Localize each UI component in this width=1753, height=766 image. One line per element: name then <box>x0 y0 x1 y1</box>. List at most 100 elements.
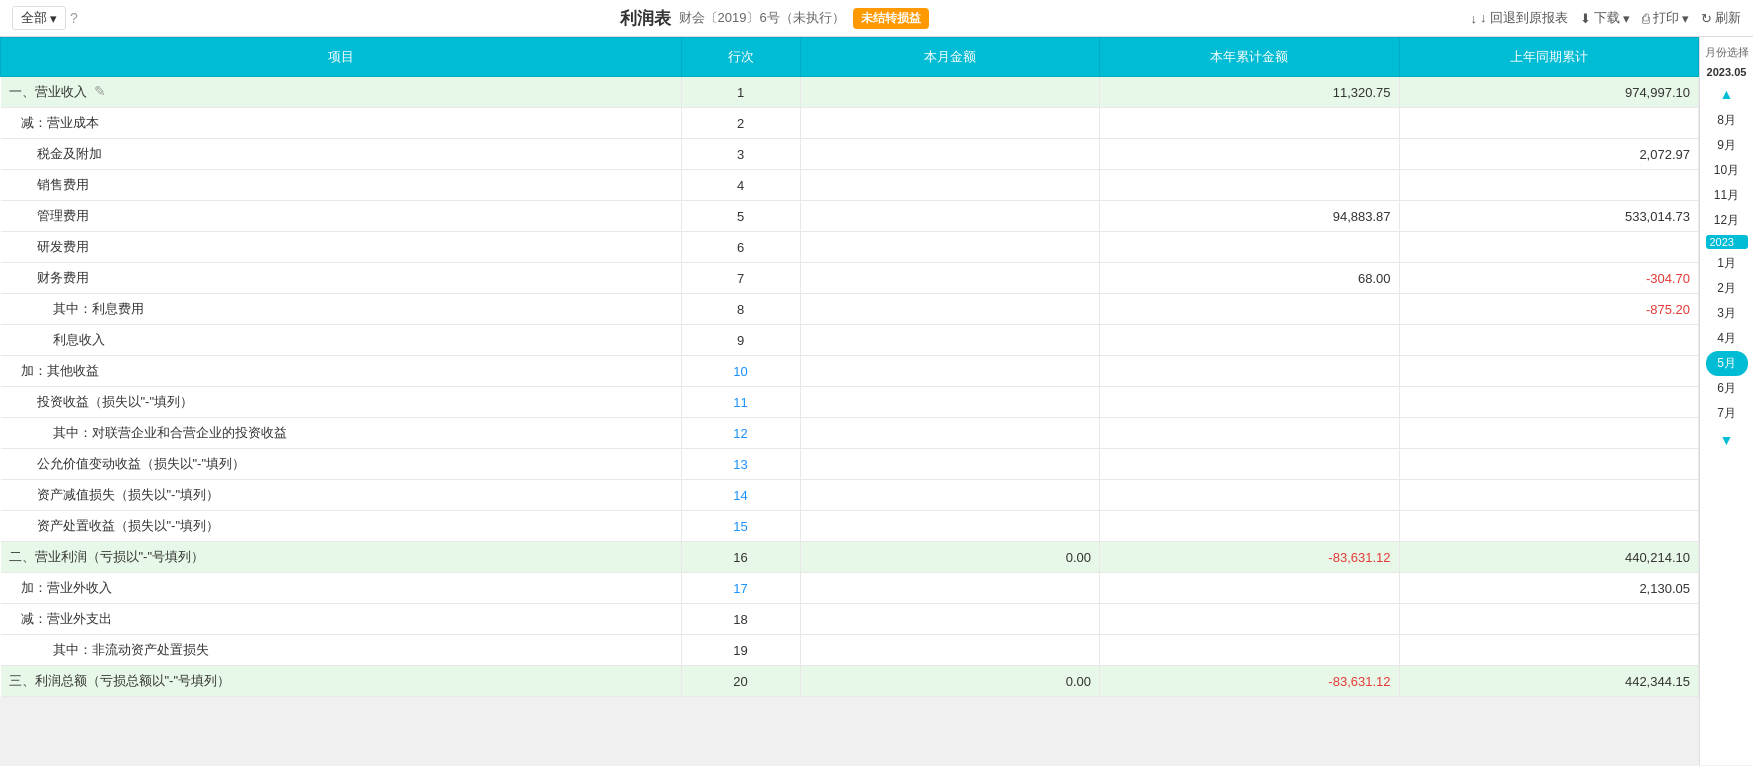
edit-icon[interactable]: ✎ <box>91 83 107 99</box>
month-item[interactable]: 10月 <box>1706 158 1748 183</box>
cell-year <box>1100 387 1399 418</box>
cell-item: 资产处置收益（损失以"-"填列） <box>1 511 682 542</box>
cell-row-num: 1 <box>681 77 800 108</box>
cell-row-num: 11 <box>681 387 800 418</box>
cell-month <box>800 573 1099 604</box>
month-item[interactable]: 5月 <box>1706 351 1748 376</box>
cell-item: 利息收入 <box>1 325 682 356</box>
cell-item: 研发费用 <box>1 232 682 263</box>
cell-row-num: 19 <box>681 635 800 666</box>
sidebar-year: 2023.05 <box>1705 64 1749 80</box>
sidebar-down-arrow[interactable]: ▼ <box>1715 428 1739 452</box>
cell-prev <box>1399 604 1698 635</box>
table-row: 公允价值变动收益（损失以"-"填列）13 <box>1 449 1699 480</box>
month-item[interactable]: 2月 <box>1706 276 1748 301</box>
table-row: 其中：非流动资产处置损失19 <box>1 635 1699 666</box>
cell-row-num: 18 <box>681 604 800 635</box>
cell-item: 减：营业成本 <box>1 108 682 139</box>
cell-year <box>1100 511 1399 542</box>
cell-month <box>800 232 1099 263</box>
table-row: 资产处置收益（损失以"-"填列）15 <box>1 511 1699 542</box>
cell-month <box>800 201 1099 232</box>
cell-item: 加：其他收益 <box>1 356 682 387</box>
cell-year <box>1100 573 1399 604</box>
month-item[interactable]: 4月 <box>1706 326 1748 351</box>
cell-row-num: 20 <box>681 666 800 697</box>
cell-month <box>800 387 1099 418</box>
cell-month <box>800 635 1099 666</box>
cell-row-num: 17 <box>681 573 800 604</box>
table-row: 二、营业利润（亏损以"-"号填列）160.00-83,631.12440,214… <box>1 542 1699 573</box>
cell-item: 三、利润总额（亏损总额以"-"号填列） <box>1 666 682 697</box>
cell-row-num: 5 <box>681 201 800 232</box>
cell-row-num: 8 <box>681 294 800 325</box>
cell-row-num: 10 <box>681 356 800 387</box>
month-item[interactable]: 9月 <box>1706 133 1748 158</box>
month-item[interactable]: 1月 <box>1706 251 1748 276</box>
cell-year: 11,320.75 <box>1100 77 1399 108</box>
month-item[interactable]: 6月 <box>1706 376 1748 401</box>
month-item[interactable]: 12月 <box>1706 208 1748 233</box>
print-button[interactable]: ⎙ 打印 ▾ <box>1642 9 1689 27</box>
scope-label: 全部 <box>21 9 47 27</box>
cell-month <box>800 263 1099 294</box>
table-row: 加：其他收益10 <box>1 356 1699 387</box>
cell-row-num: 4 <box>681 170 800 201</box>
cell-prev <box>1399 356 1698 387</box>
cell-month: 0.00 <box>800 542 1099 573</box>
print-chevron-icon: ▾ <box>1682 11 1689 26</box>
table-row: 投资收益（损失以"-"填列）11 <box>1 387 1699 418</box>
back-button[interactable]: ↓ ↓ 回退到原报表 <box>1470 9 1568 27</box>
cell-month <box>800 108 1099 139</box>
header-month: 本月金额 <box>800 38 1099 77</box>
download-chevron-icon: ▾ <box>1623 11 1630 26</box>
cell-prev: 2,072.97 <box>1399 139 1698 170</box>
back-icon: ↓ <box>1470 11 1477 26</box>
scope-dropdown[interactable]: 全部 ▾ <box>12 6 66 30</box>
badge-unfinished[interactable]: 未结转损益 <box>853 8 929 29</box>
header-year: 本年累计金额 <box>1100 38 1399 77</box>
table-row: 加：营业外收入172,130.05 <box>1 573 1699 604</box>
refresh-button[interactable]: ↻ 刷新 <box>1701 9 1741 27</box>
cell-year <box>1100 325 1399 356</box>
cell-row-num: 3 <box>681 139 800 170</box>
cell-prev <box>1399 325 1698 356</box>
scope-chevron-icon: ▾ <box>50 11 57 26</box>
month-item[interactable]: 3月 <box>1706 301 1748 326</box>
cell-prev: 442,344.15 <box>1399 666 1698 697</box>
cell-item: 一、营业收入 ✎ <box>1 77 682 108</box>
cell-month: 0.00 <box>800 666 1099 697</box>
cell-month <box>800 325 1099 356</box>
table-row: 资产减值损失（损失以"-"填列）14 <box>1 480 1699 511</box>
cell-month <box>800 480 1099 511</box>
cell-prev: 440,214.10 <box>1399 542 1698 573</box>
table-row: 研发费用6 <box>1 232 1699 263</box>
cell-prev: 2,130.05 <box>1399 573 1698 604</box>
cell-month <box>800 356 1099 387</box>
month-item[interactable]: 11月 <box>1706 183 1748 208</box>
cell-item: 税金及附加 <box>1 139 682 170</box>
help-icon: ? <box>70 10 78 26</box>
download-button[interactable]: ⬇ 下载 ▾ <box>1580 9 1630 27</box>
cell-item: 其中：非流动资产处置损失 <box>1 635 682 666</box>
cell-prev <box>1399 480 1698 511</box>
cell-year <box>1100 449 1399 480</box>
sidebar-label: 月份选择 <box>1703 41 1751 64</box>
header-prev: 上年同期累计 <box>1399 38 1698 77</box>
cell-item: 销售费用 <box>1 170 682 201</box>
cell-prev <box>1399 511 1698 542</box>
sidebar-up-arrow[interactable]: ▲ <box>1715 82 1739 106</box>
cell-prev <box>1399 449 1698 480</box>
cell-month <box>800 170 1099 201</box>
cell-prev <box>1399 418 1698 449</box>
cell-year <box>1100 108 1399 139</box>
cell-item: 投资收益（损失以"-"填列） <box>1 387 682 418</box>
cell-month <box>800 604 1099 635</box>
table-row: 财务费用768.00-304.70 <box>1 263 1699 294</box>
month-item[interactable]: 8月 <box>1706 108 1748 133</box>
table-row: 减：营业外支出18 <box>1 604 1699 635</box>
download-icon: ⬇ <box>1580 11 1591 26</box>
month-item[interactable]: 7月 <box>1706 401 1748 426</box>
print-icon: ⎙ <box>1642 11 1650 26</box>
report-title: 利润表 <box>620 7 671 30</box>
